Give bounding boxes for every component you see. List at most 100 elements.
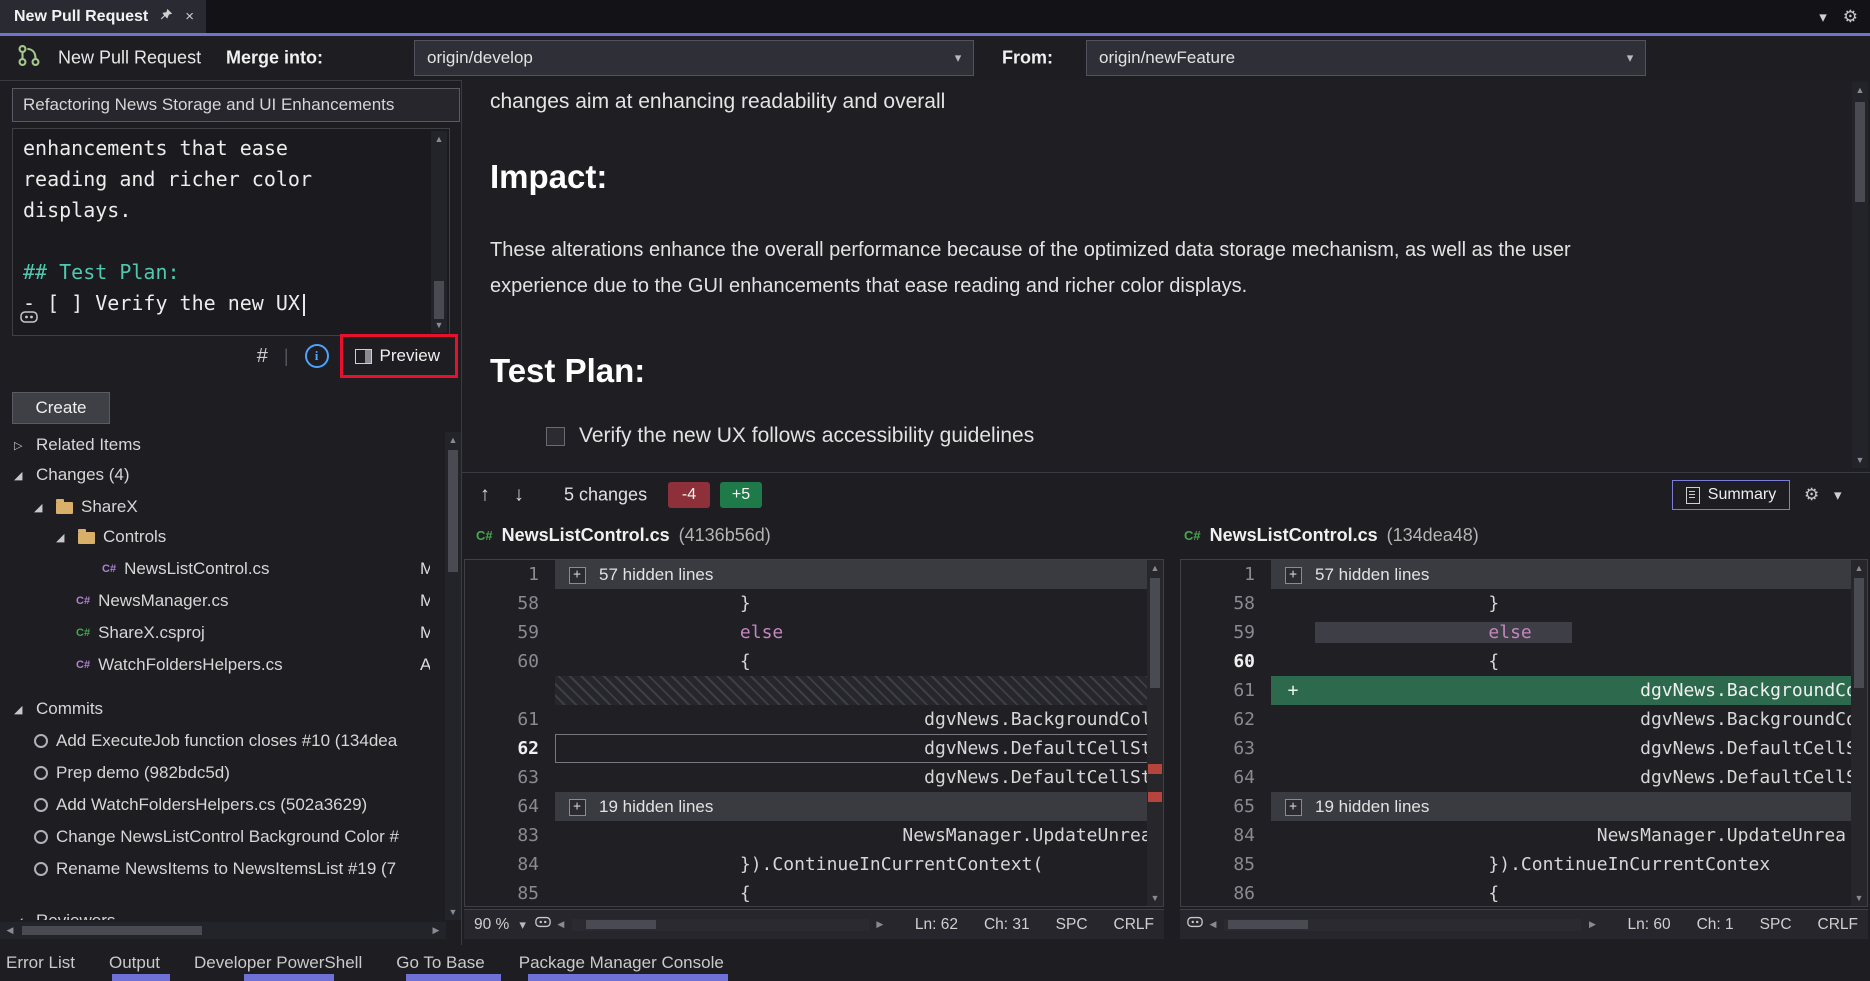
next-change-icon[interactable]: ↓ (514, 484, 524, 507)
scroll-down-icon[interactable]: ▼ (445, 904, 461, 920)
tree-horizontal-scrollbar[interactable]: ◀ ▶ (0, 922, 446, 939)
copilot-icon[interactable] (534, 914, 552, 935)
scrollbar-thumb[interactable] (434, 281, 444, 319)
chevron-collapsed-icon[interactable]: ▷ (14, 439, 28, 452)
chevron-down-icon[interactable]: ▾ (1834, 486, 1842, 504)
tree-item-related-items[interactable]: ▷ Related Items (0, 432, 430, 458)
scrollbar-thumb[interactable] (1854, 578, 1864, 688)
chevron-expanded-icon[interactable]: ◢ (56, 531, 70, 544)
scrollbar-thumb[interactable] (1228, 920, 1308, 929)
commit-item[interactable]: Add ExecuteJob function closes #10 (134d… (0, 728, 430, 754)
scroll-up-icon[interactable]: ▲ (1147, 560, 1163, 576)
scroll-left-icon[interactable]: ◀ (552, 919, 570, 930)
chevron-expanded-icon[interactable]: ◢ (34, 501, 48, 514)
tree-file-newslistcontrol[interactable]: C# NewsListControl.cs M (0, 556, 430, 582)
scrollbar-thumb[interactable] (1150, 578, 1160, 688)
scroll-right-icon[interactable]: ▶ (871, 919, 889, 930)
preview-button[interactable]: Preview (345, 341, 450, 371)
zoom-dropdown[interactable]: 90 % ▾ (464, 910, 534, 939)
tree-file-watchfoldershelpers[interactable]: C# WatchFoldersHelpers.cs A (0, 652, 430, 678)
tree-item-reviewers[interactable]: ◢ Reviewers (0, 908, 430, 920)
code-text: dgvNews.DefaultCellSty (1315, 763, 1867, 792)
commit-item[interactable]: Prep demo (982bdc5d) (0, 760, 430, 786)
commit-item[interactable]: Change NewsListControl Background Color … (0, 824, 430, 850)
tab-go-to-base[interactable]: Go To Base (396, 953, 485, 973)
chevron-expanded-icon[interactable]: ◢ (14, 915, 28, 921)
tree-file-newsmanager[interactable]: C# NewsManager.cs M (0, 588, 430, 614)
diff-row: 61 dgvNews.BackgroundColor (465, 705, 1163, 734)
preview-scrollbar[interactable]: ▲ ▼ (1852, 82, 1868, 468)
tab-developer-powershell[interactable]: Developer PowerShell (194, 953, 362, 973)
editor-scrollbar[interactable]: ▲ ▼ (1147, 560, 1163, 906)
diff-row: 65+19 hidden lines (1181, 792, 1867, 821)
scroll-left-icon[interactable]: ◀ (2, 922, 18, 939)
previous-change-icon[interactable]: ↑ (480, 484, 490, 507)
csharp-project-icon: C# (76, 627, 90, 639)
tree-folder-sharex[interactable]: ◢ ShareX (0, 494, 430, 520)
checkbox-unchecked[interactable] (546, 427, 565, 446)
gear-icon[interactable]: ⚙ (1804, 485, 1819, 505)
scrollbar-thumb[interactable] (1855, 102, 1865, 202)
scrollbar-thumb[interactable] (22, 926, 202, 935)
description-scrollbar[interactable]: ▲ ▼ (431, 131, 447, 333)
commit-item[interactable]: Rename NewsItems to NewsItemsList #19 (7 (0, 856, 430, 882)
code-text: { (599, 879, 751, 907)
scroll-up-icon[interactable]: ▲ (431, 131, 447, 147)
from-dropdown[interactable]: origin/newFeature ▾ (1086, 40, 1646, 76)
commit-message: Rename NewsItems to NewsItemsList #19 (7 (56, 859, 396, 879)
scroll-down-icon[interactable]: ▼ (1852, 452, 1868, 468)
horizontal-scrollbar[interactable] (1224, 919, 1581, 931)
summary-button[interactable]: Summary (1672, 480, 1790, 510)
scroll-down-icon[interactable]: ▼ (1851, 890, 1867, 906)
tab-package-manager-console[interactable]: Package Manager Console (519, 953, 724, 973)
tree-file-sharex-csproj[interactable]: C# ShareX.csproj M (0, 620, 430, 646)
close-icon[interactable]: × (185, 8, 194, 25)
tab-output[interactable]: Output (109, 953, 160, 973)
diff-editor-compare[interactable]: 1+57 hidden lines58 }59 else60 {61+ dgvN… (1180, 559, 1868, 907)
tree-folder-controls[interactable]: ◢ Controls (0, 524, 430, 550)
scroll-right-icon[interactable]: ▶ (1583, 919, 1601, 930)
info-icon[interactable]: i (305, 344, 329, 368)
scroll-up-icon[interactable]: ▲ (1851, 560, 1867, 576)
scroll-up-icon[interactable]: ▲ (1852, 82, 1868, 98)
chevron-down-icon[interactable]: ▾ (1819, 8, 1827, 26)
file-status: M (420, 591, 430, 611)
expand-icon[interactable]: + (569, 799, 586, 816)
expand-icon[interactable]: + (1285, 799, 1302, 816)
pr-description-editor[interactable]: enhancements that ease reading and riche… (12, 128, 450, 336)
tree-scrollbar[interactable]: ▲ ▼ (445, 432, 461, 920)
pr-title-input[interactable]: Refactoring News Storage and UI Enhancem… (12, 88, 460, 122)
pin-icon[interactable] (160, 8, 173, 25)
tab-error-list[interactable]: Error List (6, 953, 75, 973)
chevron-expanded-icon[interactable]: ◢ (14, 469, 28, 482)
scroll-left-icon[interactable]: ◀ (1204, 919, 1222, 930)
commit-message: Prep demo (982bdc5d) (56, 763, 230, 783)
scroll-down-icon[interactable]: ▼ (1147, 890, 1163, 906)
copilot-icon[interactable] (1186, 914, 1204, 935)
scrollbar-thumb[interactable] (586, 920, 656, 929)
work-item-icon[interactable]: # (257, 345, 268, 368)
chevron-expanded-icon[interactable]: ◢ (14, 703, 28, 716)
diff-editor-base[interactable]: 1+57 hidden lines58 }59 else60 {61 dgvNe… (464, 559, 1164, 907)
line-number: 59 (1181, 618, 1271, 647)
scroll-down-icon[interactable]: ▼ (431, 317, 447, 333)
gear-icon[interactable]: ⚙ (1843, 7, 1858, 27)
tree-item-commits[interactable]: ◢ Commits (0, 696, 430, 722)
copilot-icon[interactable] (19, 308, 39, 331)
commit-item[interactable]: Add WatchFoldersHelpers.cs (502a3629) (0, 792, 430, 818)
expand-icon[interactable]: + (569, 567, 586, 584)
expand-icon[interactable]: + (1285, 567, 1302, 584)
diff-row: 1+57 hidden lines (465, 560, 1163, 589)
diff-line-content: } (555, 589, 1163, 618)
create-button[interactable]: Create (12, 392, 110, 424)
editor-scrollbar[interactable]: ▲ ▼ (1851, 560, 1867, 906)
merge-into-dropdown[interactable]: origin/develop ▾ (414, 40, 974, 76)
scrollbar-thumb[interactable] (448, 450, 458, 572)
horizontal-scrollbar[interactable] (572, 919, 869, 931)
scroll-up-icon[interactable]: ▲ (445, 432, 461, 448)
tab-new-pull-request[interactable]: New Pull Request × (0, 0, 206, 33)
scroll-right-icon[interactable]: ▶ (428, 922, 444, 939)
merge-into-value: origin/develop (415, 48, 943, 68)
tree-item-changes[interactable]: ◢ Changes (4) (0, 462, 430, 488)
code-text: }).ContinueInCurrentContex (1315, 850, 1770, 879)
